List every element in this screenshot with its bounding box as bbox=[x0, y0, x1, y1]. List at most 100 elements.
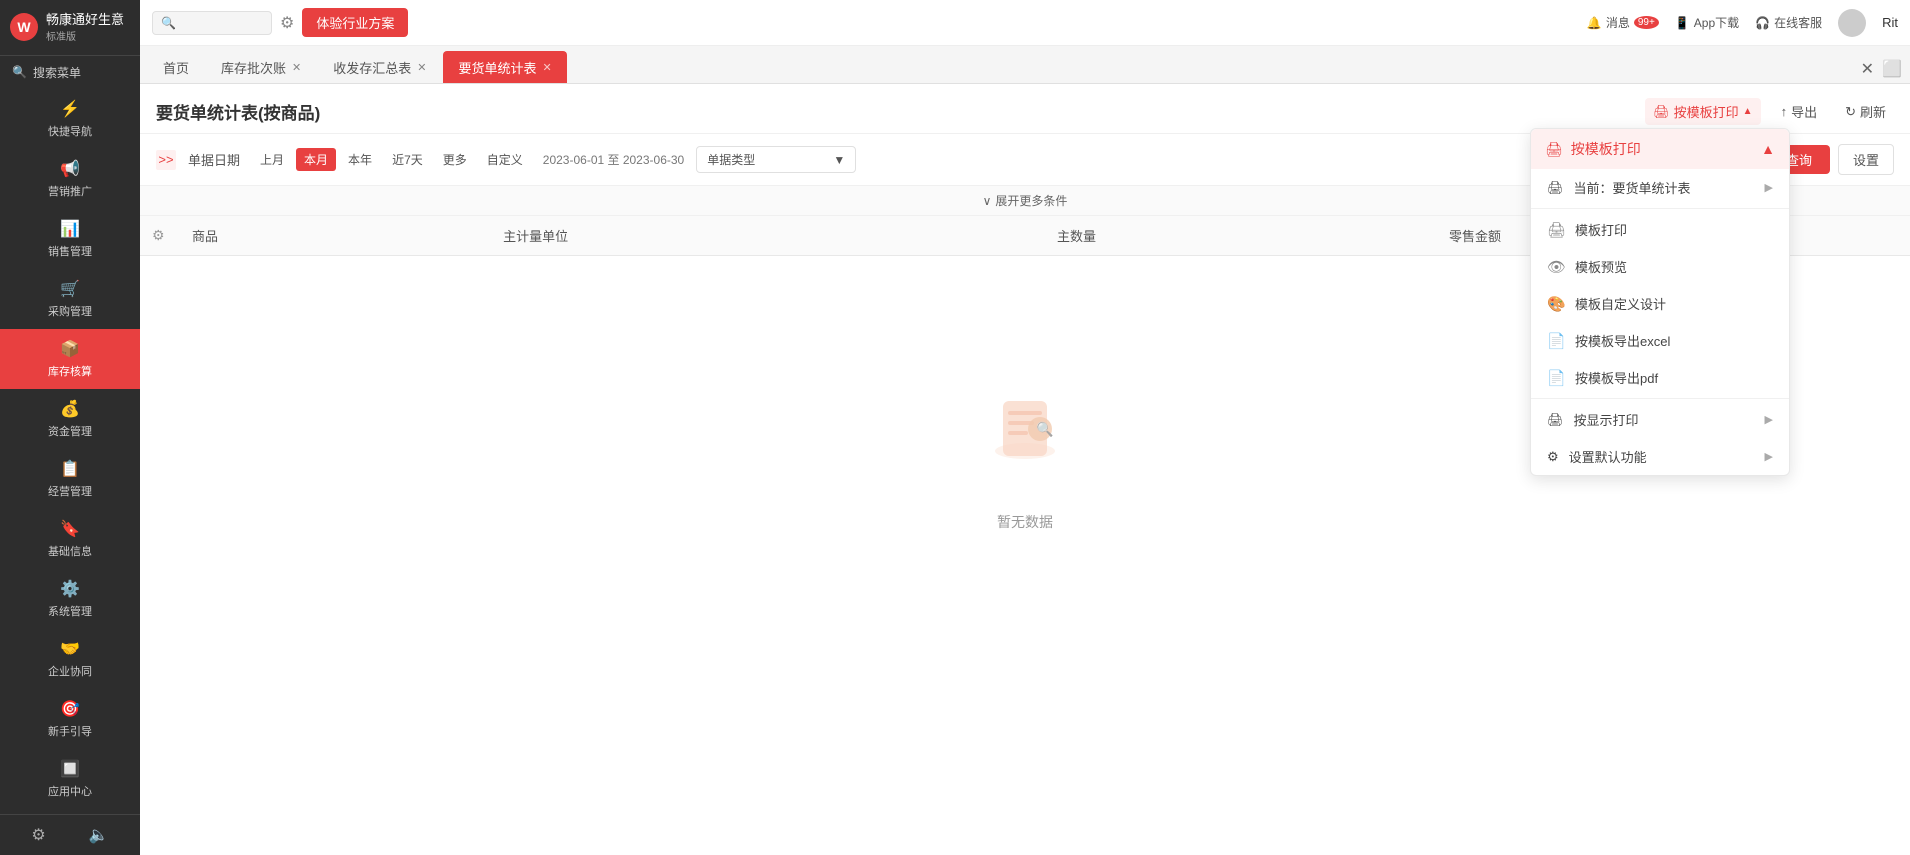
template-print-icon: 🖨 bbox=[1547, 221, 1565, 239]
content-header: 要货单统计表(按商品) 🖨 按模板打印 ▲ ↑ 导出 ↻ 刷新 bbox=[140, 84, 1910, 134]
column-settings-icon[interactable]: ⚙ bbox=[152, 227, 165, 243]
tab-close-order-stats[interactable]: ✕ bbox=[543, 61, 552, 74]
page-title: 要货单统计表(按商品) bbox=[156, 99, 320, 124]
last7-btn[interactable]: 近7天 bbox=[384, 148, 431, 171]
tab-close-receipt-summary[interactable]: ✕ bbox=[417, 61, 426, 74]
refresh-btn[interactable]: ↻ 刷新 bbox=[1837, 98, 1894, 125]
sidebar-item-purchase[interactable]: 🛒 采购管理 bbox=[0, 269, 140, 329]
settings-btn[interactable]: 设置 bbox=[1838, 144, 1894, 175]
sidebar-item-system[interactable]: ⚙️ 系统管理 bbox=[0, 569, 140, 629]
header-actions: 🖨 按模板打印 ▲ ↑ 导出 ↻ 刷新 bbox=[1645, 98, 1894, 125]
chevron-up-icon-dropdown: ▲ bbox=[1761, 141, 1775, 157]
default-func-chevron: ▶ bbox=[1765, 450, 1773, 463]
default-func-item[interactable]: ⚙ 设置默认功能 ▶ bbox=[1531, 438, 1789, 475]
sidebar-item-quick-nav[interactable]: ⚡ 快捷导航 bbox=[0, 89, 140, 149]
template-preview-icon: 👁 bbox=[1547, 258, 1565, 276]
user-name: Rit bbox=[1882, 15, 1898, 30]
template-preview-item[interactable]: 👁 模板预览 bbox=[1531, 248, 1789, 285]
date-range-display: 2023-06-01 至 2023-06-30 bbox=[543, 151, 684, 168]
topbar-search-box[interactable]: 🔍 bbox=[152, 11, 272, 35]
tab-receipt-summary[interactable]: 收发存汇总表 ✕ bbox=[318, 51, 441, 83]
sidebar-item-label: 采购管理 bbox=[48, 303, 92, 319]
settings-bottom-icon[interactable]: ⚙ bbox=[31, 825, 45, 845]
tab-inventory-batch[interactable]: 库存批次账 ✕ bbox=[206, 51, 316, 83]
tab-home[interactable]: 首页 bbox=[148, 51, 204, 83]
template-custom-icon: 🎨 bbox=[1547, 295, 1565, 313]
doc-type-label: 单据类型 bbox=[707, 151, 755, 168]
filter-expand-btn[interactable]: >> bbox=[156, 150, 176, 170]
tab-order-stats[interactable]: 要货单统计表 ✕ bbox=[443, 51, 566, 83]
messages-badge: 99+ bbox=[1634, 16, 1659, 29]
operation-icon: 📋 bbox=[60, 459, 80, 479]
dropdown-printer-icon: 🖨 bbox=[1545, 141, 1563, 158]
this-year-btn[interactable]: 本年 bbox=[340, 148, 380, 171]
app-download-item[interactable]: 📱 App下载 bbox=[1675, 14, 1739, 31]
messages-label: 消息 bbox=[1606, 14, 1630, 31]
dropdown-header[interactable]: 🖨 按模板打印 ▲ bbox=[1531, 129, 1789, 169]
experience-btn[interactable]: 体验行业方案 bbox=[302, 8, 408, 37]
sidebar-item-wechat[interactable]: 💬 企业微信 bbox=[0, 809, 140, 814]
printer-icon: 🖨 bbox=[1653, 104, 1670, 120]
headset-icon: 🎧 bbox=[1755, 16, 1770, 30]
this-month-btn[interactable]: 本月 bbox=[296, 148, 336, 171]
online-service-item[interactable]: 🎧 在线客服 bbox=[1755, 14, 1822, 31]
sidebar-item-label: 库存核算 bbox=[48, 363, 92, 379]
col-settings: ⚙ bbox=[140, 216, 180, 256]
app-name: 畅康通好生意 bbox=[46, 12, 124, 28]
doc-type-select[interactable]: 单据类型 ▼ bbox=[696, 146, 856, 173]
template-custom-item[interactable]: 🎨 模板自定义设计 bbox=[1531, 285, 1789, 322]
print-template-btn[interactable]: 🖨 按模板打印 ▲ bbox=[1645, 98, 1760, 125]
bell-icon: 🔔 bbox=[1587, 16, 1602, 30]
topbar-right: 🔔 消息 99+ 📱 App下载 🎧 在线客服 Rit bbox=[1587, 9, 1898, 37]
current-template-label: 当前：要货单统计表 bbox=[1574, 178, 1691, 197]
current-template-icon: 🖨 bbox=[1547, 180, 1564, 196]
template-print-item[interactable]: 🖨 模板打印 bbox=[1531, 211, 1789, 248]
display-print-chevron: ▶ bbox=[1765, 413, 1773, 426]
current-template-item[interactable]: 🖨 当前：要货单统计表 ▶ bbox=[1531, 169, 1789, 206]
default-func-icon: ⚙ bbox=[1547, 449, 1559, 465]
prev-month-btn[interactable]: 上月 bbox=[252, 148, 292, 171]
sidebar-item-inventory[interactable]: 📦 库存核算 bbox=[0, 329, 140, 389]
sidebar-item-guide[interactable]: 🎯 新手引导 bbox=[0, 689, 140, 749]
messages-item[interactable]: 🔔 消息 99+ bbox=[1587, 14, 1659, 31]
template-pdf-item[interactable]: 📄 按模板导出pdf bbox=[1531, 359, 1789, 396]
export-icon: ↑ bbox=[1781, 104, 1788, 119]
sidebar-item-basic[interactable]: 🔖 基础信息 bbox=[0, 509, 140, 569]
sound-bottom-icon[interactable]: 🔈 bbox=[89, 825, 109, 845]
refresh-icon: ↻ bbox=[1845, 104, 1856, 120]
sidebar-item-finance[interactable]: 💰 资金管理 bbox=[0, 389, 140, 449]
template-pdf-icon: 📄 bbox=[1547, 369, 1565, 387]
sidebar-item-label: 资金管理 bbox=[48, 423, 92, 439]
sidebar-item-label: 企业协同 bbox=[48, 663, 92, 679]
sidebar-item-enterprise[interactable]: 🤝 企业协同 bbox=[0, 629, 140, 689]
sales-icon: 📊 bbox=[60, 219, 80, 239]
sidebar-search[interactable]: 🔍 搜索菜单 bbox=[0, 56, 140, 89]
online-service-label: 在线客服 bbox=[1774, 14, 1822, 31]
topbar: 🔍 ⚙ 体验行业方案 🔔 消息 99+ 📱 App下载 🎧 在线客服 Rit bbox=[140, 0, 1910, 46]
sidebar-item-sales[interactable]: 📊 销售管理 bbox=[0, 209, 140, 269]
tab-close-inventory-batch[interactable]: ✕ bbox=[292, 61, 301, 74]
window-close-icon[interactable]: ✕ bbox=[1861, 59, 1874, 79]
template-excel-item[interactable]: 📄 按模板导出excel bbox=[1531, 322, 1789, 359]
purchase-icon: 🛒 bbox=[60, 279, 80, 299]
display-print-item[interactable]: 🖨 按显示打印 ▶ bbox=[1531, 401, 1789, 438]
window-maximize-icon[interactable]: ⬜ bbox=[1882, 59, 1902, 79]
empty-illustration: 🔍 bbox=[975, 381, 1075, 500]
sidebar-item-marketing[interactable]: 📢 营销推广 bbox=[0, 149, 140, 209]
custom-btn[interactable]: 自定义 bbox=[479, 148, 531, 171]
main-area: 🔍 ⚙ 体验行业方案 🔔 消息 99+ 📱 App下载 🎧 在线客服 Rit bbox=[140, 0, 1910, 855]
template-excel-icon: 📄 bbox=[1547, 332, 1565, 350]
sidebar-item-label: 新手引导 bbox=[48, 723, 92, 739]
sidebar-item-operation[interactable]: 📋 经营管理 bbox=[0, 449, 140, 509]
export-btn[interactable]: ↑ 导出 bbox=[1773, 98, 1826, 125]
guide-icon: 🎯 bbox=[60, 699, 80, 719]
empty-text: 暂无数据 bbox=[997, 512, 1053, 532]
user-avatar[interactable] bbox=[1838, 9, 1866, 37]
gear-icon[interactable]: ⚙ bbox=[280, 13, 294, 33]
sidebar-item-label: 快捷导航 bbox=[48, 123, 92, 139]
more-btn[interactable]: 更多 bbox=[435, 148, 475, 171]
sidebar-item-label: 基础信息 bbox=[48, 543, 92, 559]
sidebar-item-apps[interactable]: 🔲 应用中心 bbox=[0, 749, 140, 809]
tab-receipt-summary-label: 收发存汇总表 bbox=[333, 58, 411, 77]
display-print-icon: 🖨 bbox=[1547, 412, 1564, 428]
